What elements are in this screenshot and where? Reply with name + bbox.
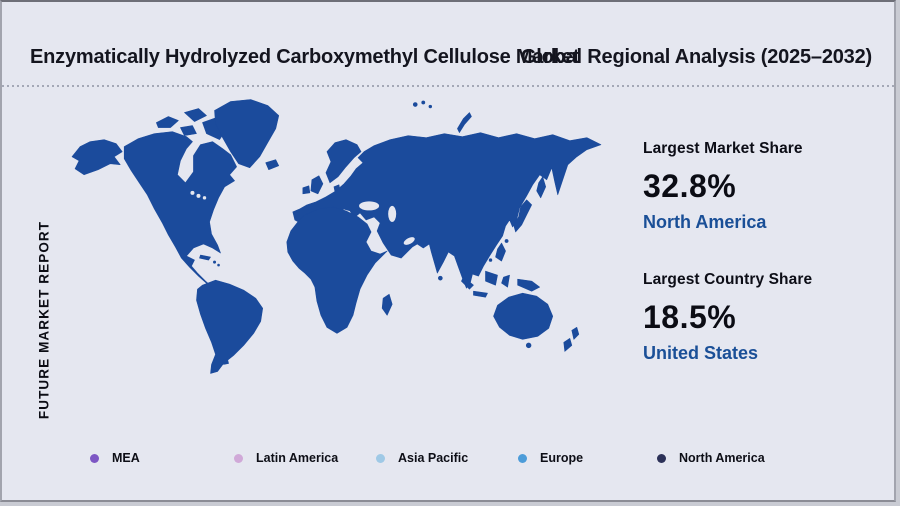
legend-dot-icon: [518, 453, 527, 463]
stat-value: 18.5%: [643, 299, 737, 335]
world-map: [64, 94, 626, 386]
legend-dot-icon: [90, 453, 99, 463]
stat-largest-market-share: Largest Market Share 32.8% North America: [643, 140, 893, 233]
stat-label: Largest Country Share: [643, 271, 813, 288]
stat-region: United States: [643, 343, 759, 363]
legend-label: MEA: [112, 451, 140, 465]
stat-region: North America: [643, 212, 767, 232]
legend-item-europe: Europe: [518, 448, 583, 468]
legend-label: Latin America: [256, 451, 339, 465]
legend-item-north-america: North America: [657, 448, 765, 468]
region-legend: MEA Latin America Asia Pacific Europe No…: [2, 448, 894, 468]
report-card: Enzymatically Hydrolyzed Carboxymethyl C…: [0, 0, 896, 502]
brand-watermark: FUTURE MARKET REPORT: [36, 220, 52, 420]
world-map-svg: [71, 99, 602, 374]
legend-label: Asia Pacific: [398, 451, 469, 465]
stat-label: Largest Market Share: [643, 140, 803, 157]
legend-item-latin-america: Latin America: [234, 448, 338, 468]
page-subtitle: Global Regional Analysis (2025–2032): [520, 46, 872, 68]
stat-largest-country-share: Largest Country Share 18.5% United State…: [643, 271, 893, 364]
legend-label: Europe: [540, 451, 584, 465]
legend-dot-icon: [234, 453, 243, 463]
stat-value: 32.8%: [643, 168, 737, 204]
legend-dot-icon: [376, 453, 385, 463]
legend-item-asia-pacific: Asia Pacific: [376, 448, 468, 468]
stats-panel: Largest Market Share 32.8% North America…: [643, 140, 893, 364]
legend-label: North America: [679, 451, 765, 465]
legend-dot-icon: [657, 453, 666, 463]
dotted-divider: [2, 84, 894, 87]
legend-item-mea: MEA: [90, 448, 140, 468]
page-title: Enzymatically Hydrolyzed Carboxymethyl C…: [30, 46, 580, 68]
